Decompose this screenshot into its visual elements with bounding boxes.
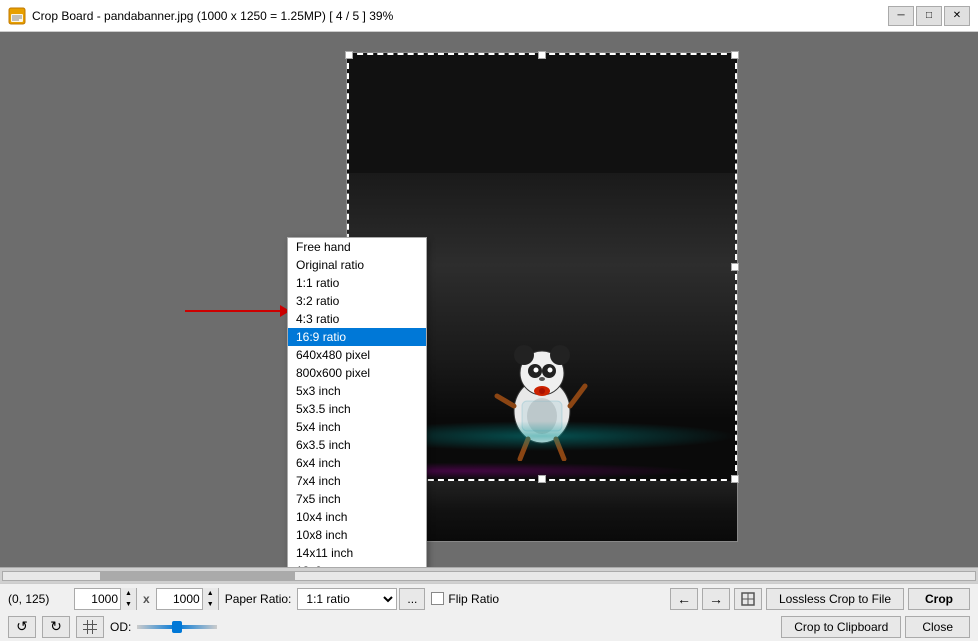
left-panel bbox=[0, 32, 14, 567]
height-spinbox[interactable]: ▲ ▼ bbox=[156, 588, 219, 610]
title-bar-left: Crop Board - pandabanner.jpg (1000 x 125… bbox=[8, 7, 393, 25]
toolbar-right: ← → Lossless Crop to File Crop bbox=[670, 588, 970, 610]
height-increment-button[interactable]: ▲ bbox=[203, 588, 218, 599]
height-spinbox-buttons: ▲ ▼ bbox=[202, 588, 218, 610]
rotate-right-button[interactable]: ↻ bbox=[42, 616, 70, 638]
od-label: OD: bbox=[110, 620, 131, 634]
crop-button[interactable]: Crop bbox=[908, 588, 970, 610]
crop-frame-icon bbox=[740, 591, 756, 607]
bottom-toolbar: (0, 125) ▲ ▼ x ▲ ▼ Paper Ratio: 1:1 rati… bbox=[0, 583, 978, 641]
rotate-left-button[interactable]: ↺ bbox=[8, 616, 36, 638]
h-scrollbar[interactable] bbox=[0, 567, 978, 583]
dropdown-item-12[interactable]: 6x4 inch bbox=[288, 454, 426, 472]
dimension-separator: x bbox=[143, 592, 150, 606]
toolbar-row-1: (0, 125) ▲ ▼ x ▲ ▼ Paper Ratio: 1:1 rati… bbox=[0, 585, 978, 613]
app-icon bbox=[8, 7, 26, 25]
dropdown-item-8[interactable]: 5x3 inch bbox=[288, 382, 426, 400]
crop-to-clipboard-button[interactable]: Crop to Clipboard bbox=[781, 616, 901, 638]
arrow-right-button[interactable]: → bbox=[702, 588, 730, 610]
width-spinbox-buttons: ▲ ▼ bbox=[120, 588, 136, 610]
width-decrement-button[interactable]: ▼ bbox=[121, 599, 136, 610]
dropdown-item-15[interactable]: 10x4 inch bbox=[288, 508, 426, 526]
dropdown-item-4[interactable]: 4:3 ratio bbox=[288, 310, 426, 328]
window-title: Crop Board - pandabanner.jpg (1000 x 125… bbox=[32, 9, 393, 23]
close-button[interactable]: Close bbox=[905, 616, 970, 638]
dropdown-item-7[interactable]: 800x600 pixel bbox=[288, 364, 426, 382]
flip-ratio-checkbox[interactable] bbox=[431, 592, 444, 605]
dropdown-item-6[interactable]: 640x480 pixel bbox=[288, 346, 426, 364]
close-window-button[interactable]: ✕ bbox=[944, 6, 970, 26]
dropdown-item-11[interactable]: 6x3.5 inch bbox=[288, 436, 426, 454]
dropdown-item-17[interactable]: 14x11 inch bbox=[288, 544, 426, 562]
maximize-button[interactable]: □ bbox=[916, 6, 942, 26]
grid-icon bbox=[83, 620, 97, 634]
more-button[interactable]: ... bbox=[399, 588, 425, 610]
dropdown-item-5[interactable]: 16:9 ratio bbox=[288, 328, 426, 346]
height-decrement-button[interactable]: ▼ bbox=[203, 599, 218, 610]
minimize-button[interactable]: ─ bbox=[888, 6, 914, 26]
dropdown-item-14[interactable]: 7x5 inch bbox=[288, 490, 426, 508]
lossless-crop-button[interactable]: Lossless Crop to File bbox=[766, 588, 904, 610]
width-spinbox[interactable]: ▲ ▼ bbox=[74, 588, 137, 610]
ratio-select[interactable]: 1:1 ratioFree handOriginal ratio3:2 rati… bbox=[297, 588, 397, 610]
dropdown-item-16[interactable]: 10x8 inch bbox=[288, 526, 426, 544]
h-scroll-thumb[interactable] bbox=[100, 572, 294, 580]
canvas-area[interactable] bbox=[14, 32, 978, 567]
crop-frame-button[interactable] bbox=[734, 588, 762, 610]
dropdown-item-3[interactable]: 3:2 ratio bbox=[288, 292, 426, 310]
dropdown-menu[interactable]: Free handOriginal ratio1:1 ratio3:2 rati… bbox=[287, 237, 427, 567]
flip-ratio-text: Flip Ratio bbox=[448, 592, 499, 606]
paper-ratio-label: Paper Ratio: bbox=[225, 592, 292, 606]
flip-ratio-label[interactable]: Flip Ratio bbox=[431, 592, 499, 606]
main-area: Free handOriginal ratio1:1 ratio3:2 rati… bbox=[0, 32, 978, 567]
width-increment-button[interactable]: ▲ bbox=[121, 588, 136, 599]
window-controls: ─ □ ✕ bbox=[888, 6, 970, 26]
od-thumb[interactable] bbox=[172, 621, 182, 633]
dropdown-item-18[interactable]: 13x9 cm bbox=[288, 562, 426, 567]
dropdown-item-1[interactable]: Original ratio bbox=[288, 256, 426, 274]
toolbar-row-2: ↺ ↻ OD: Crop to Clipboard Close bbox=[0, 613, 978, 641]
grid-button[interactable] bbox=[76, 616, 104, 638]
height-input[interactable] bbox=[157, 589, 202, 609]
arrow-left-button[interactable]: ← bbox=[670, 588, 698, 610]
dropdown-item-9[interactable]: 5x3.5 inch bbox=[288, 400, 426, 418]
od-slider[interactable] bbox=[137, 625, 217, 629]
coordinates-display: (0, 125) bbox=[8, 592, 68, 606]
width-input[interactable] bbox=[75, 589, 120, 609]
h-scroll-track[interactable] bbox=[2, 571, 976, 581]
image-dark-top bbox=[347, 53, 737, 173]
title-bar: Crop Board - pandabanner.jpg (1000 x 125… bbox=[0, 0, 978, 32]
ratio-select-wrapper: 1:1 ratioFree handOriginal ratio3:2 rati… bbox=[297, 588, 425, 610]
dropdown-item-13[interactable]: 7x4 inch bbox=[288, 472, 426, 490]
dropdown-item-2[interactable]: 1:1 ratio bbox=[288, 274, 426, 292]
dropdown-item-10[interactable]: 5x4 inch bbox=[288, 418, 426, 436]
dropdown-item-0[interactable]: Free hand bbox=[288, 238, 426, 256]
